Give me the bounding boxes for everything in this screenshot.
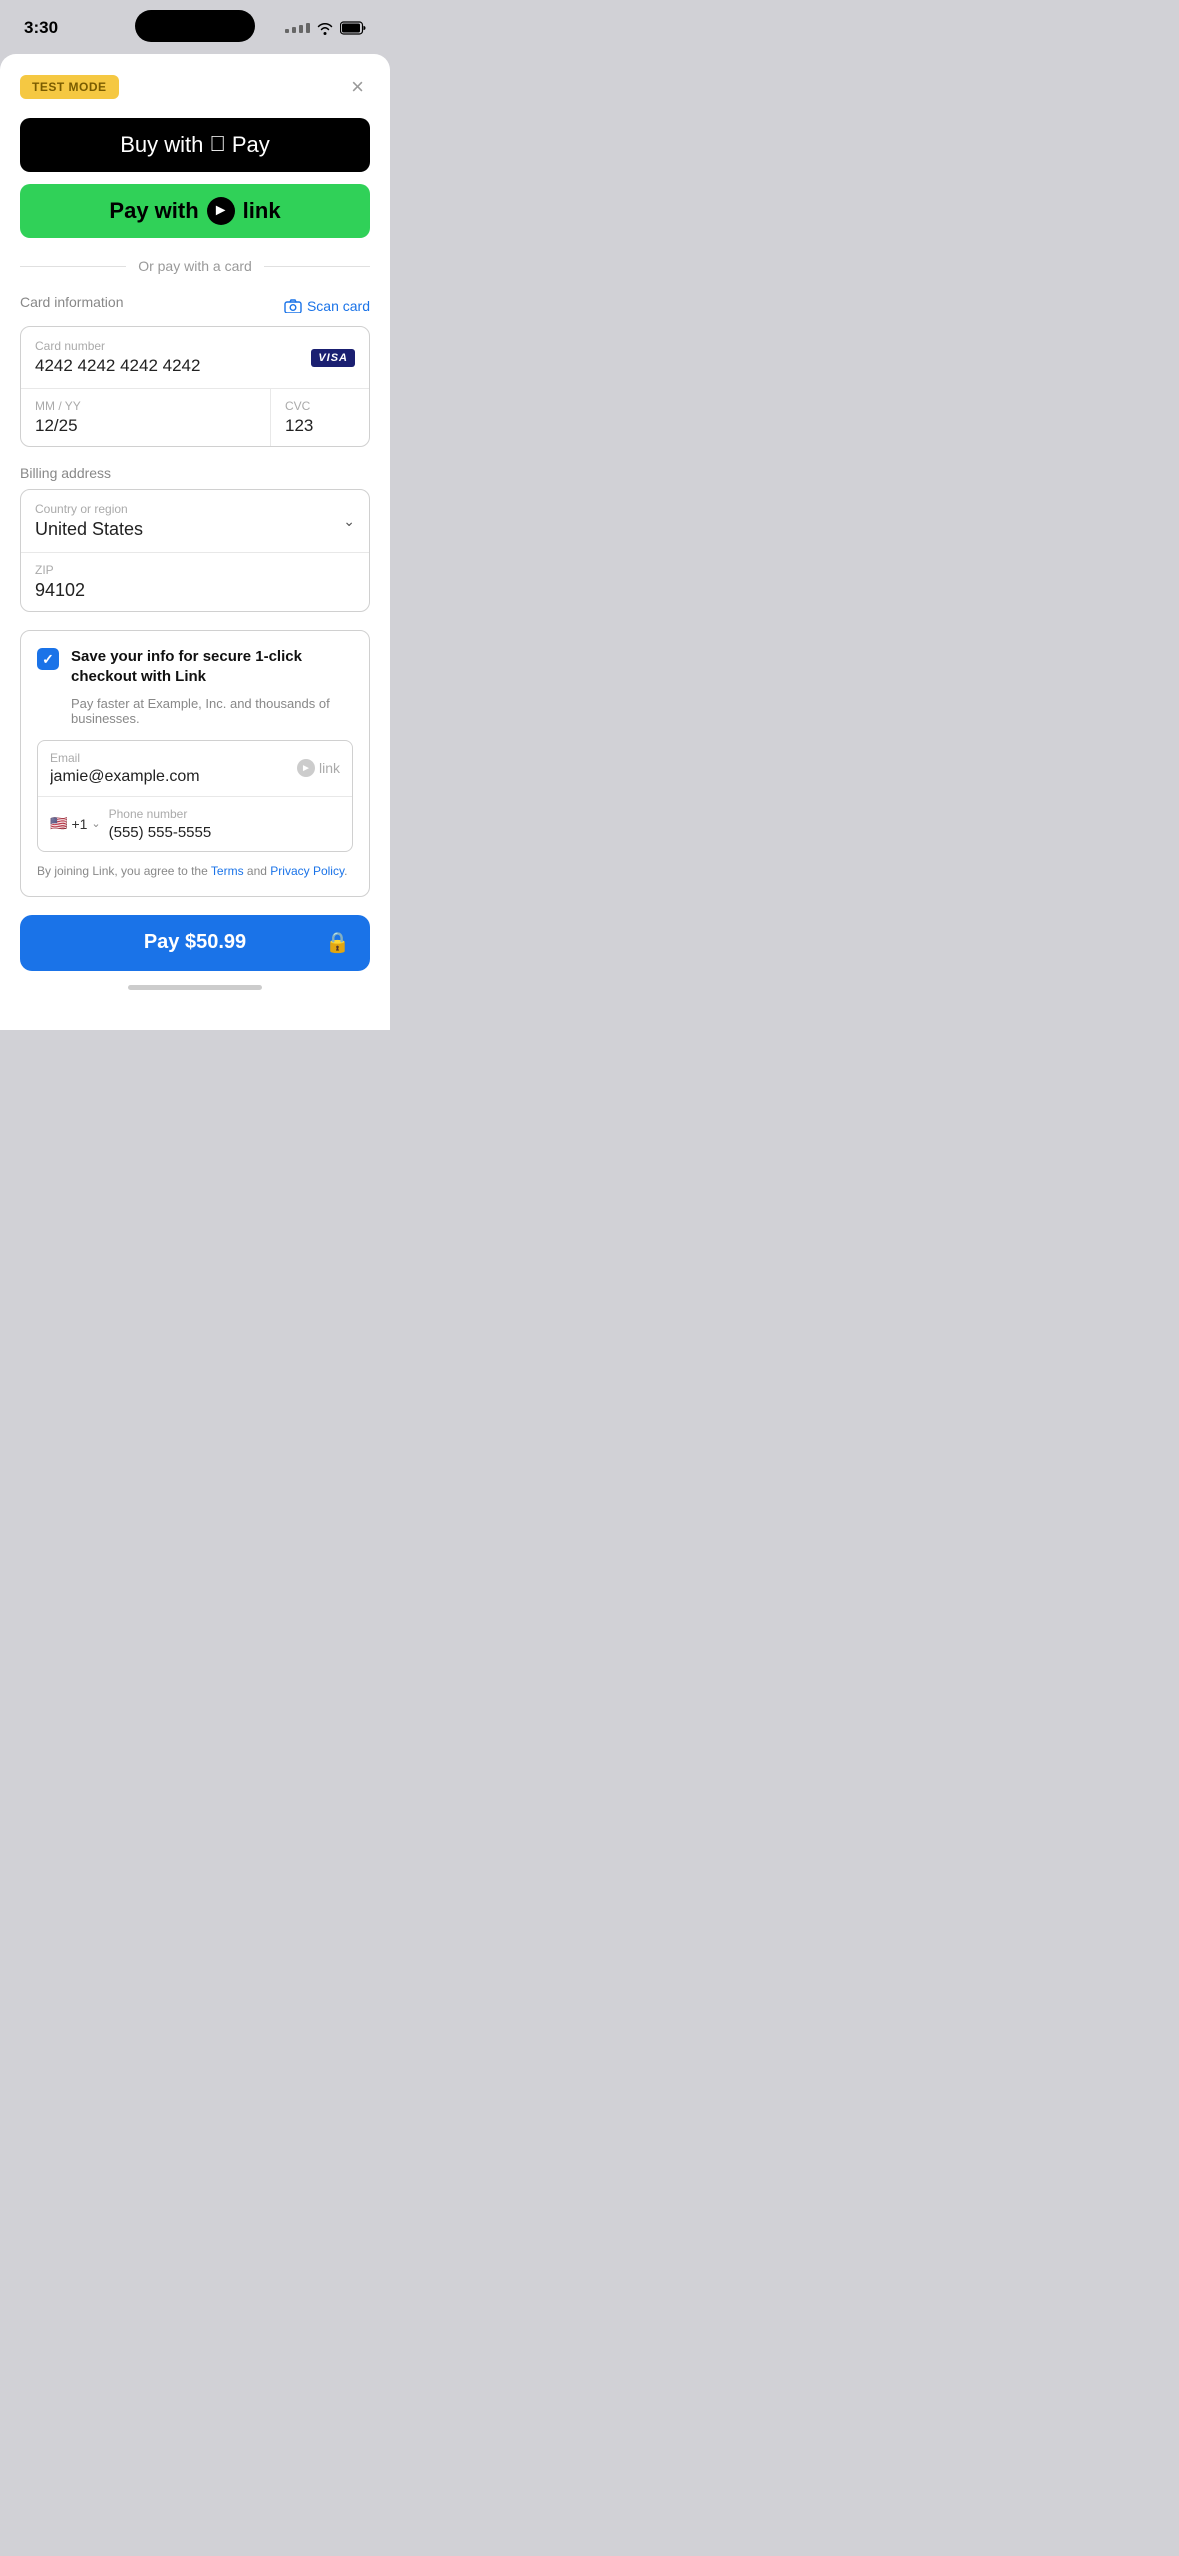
expiry-label: MM / YY [35, 399, 256, 413]
billing-address-box: Country or region United States ⌄ ZIP [20, 489, 370, 612]
chevron-down-icon: ⌄ [343, 513, 355, 530]
battery-icon [340, 21, 366, 35]
save-info-header: ✓ Save your info for secure 1-click chec… [37, 647, 353, 688]
card-number-row: Card number VISA [21, 327, 369, 389]
scan-card-label: Scan card [307, 298, 370, 314]
divider: Or pay with a card [20, 258, 370, 274]
card-number-label: Card number [35, 339, 256, 353]
card-info-box: Card number VISA MM / YY CVC 1 [20, 326, 370, 447]
card-expiry-field[interactable]: MM / YY [21, 389, 271, 446]
card-number-input[interactable] [35, 356, 256, 376]
pay-button[interactable]: Pay $50.99 🔒 [20, 915, 370, 971]
status-time: 3:30 [24, 18, 58, 38]
cvc-input[interactable] [285, 416, 370, 436]
link-pay-prefix: Pay with [109, 198, 198, 224]
terms-period: . [344, 864, 347, 878]
email-row: Email ► link [38, 741, 352, 797]
phone-country-selector[interactable]: 🇺🇸 +1 ⌄ [50, 815, 101, 832]
divider-line-left [20, 266, 126, 267]
country-row[interactable]: Country or region United States ⌄ [21, 490, 369, 553]
scan-card-button[interactable]: Scan card [284, 298, 370, 314]
link-arrow-icon: ► [207, 197, 235, 225]
signal-icon [285, 23, 310, 33]
link-badge-text: link [319, 760, 340, 776]
card-bottom-row: MM / YY CVC 135 [21, 389, 369, 446]
save-info-box: ✓ Save your info for secure 1-click chec… [20, 630, 370, 897]
country-inner: Country or region United States [35, 502, 143, 540]
cvc-label: CVC [285, 399, 370, 413]
card-info-label: Card information [20, 294, 124, 310]
save-info-checkbox[interactable]: ✓ [37, 648, 59, 670]
phone-label: Phone number [109, 807, 340, 821]
sheet-header: TEST MODE × [20, 74, 370, 100]
terms-text: By joining Link, you agree to the Terms … [37, 862, 353, 880]
home-indicator [128, 985, 262, 990]
privacy-link-text: Privacy Policy [270, 864, 344, 878]
email-phone-box: Email ► link 🇺🇸 +1 ⌄ Phone number [37, 740, 353, 852]
pay-with-link-button[interactable]: Pay with ► link [20, 184, 370, 238]
zip-label: ZIP [35, 563, 355, 577]
country-code: +1 [71, 816, 87, 832]
apple-logo-icon:  [209, 133, 226, 155]
phone-row: 🇺🇸 +1 ⌄ Phone number [38, 797, 352, 851]
close-button[interactable]: × [345, 74, 370, 100]
country-label: Country or region [35, 502, 143, 516]
phone-input[interactable] [109, 824, 340, 841]
card-number-inner: Card number [35, 339, 256, 376]
payment-sheet: TEST MODE × Buy with  Pay Pay with ► li… [0, 54, 390, 1030]
visa-logo: VISA [311, 349, 355, 367]
billing-address-label: Billing address [20, 465, 370, 481]
phone-inner: Phone number [109, 807, 340, 841]
terms-prefix: By joining Link, you agree to the [37, 864, 211, 878]
link-badge: ► link [297, 759, 340, 777]
save-info-description: Pay faster at Example, Inc. and thousand… [37, 696, 353, 726]
divider-text: Or pay with a card [138, 258, 252, 274]
expiry-input[interactable] [35, 416, 256, 436]
country-value: United States [35, 519, 143, 540]
zip-input[interactable] [35, 580, 355, 601]
zip-row[interactable]: ZIP [21, 553, 369, 611]
flag-icon: 🇺🇸 [50, 815, 67, 832]
terms-link[interactable]: Terms [211, 864, 244, 878]
wifi-icon [316, 21, 334, 35]
apple-pay-prefix: Buy with [120, 132, 203, 158]
terms-and: and [244, 864, 271, 878]
camera-icon [284, 299, 302, 313]
link-pay-suffix: link [243, 198, 281, 224]
divider-line-right [264, 266, 370, 267]
save-info-title: Save your info for secure 1-click checko… [71, 647, 353, 688]
email-inner: Email [50, 751, 257, 786]
privacy-policy-link[interactable]: Privacy Policy [270, 864, 344, 878]
status-bar: 3:30 [0, 0, 390, 50]
card-cvc-field[interactable]: CVC 135 [271, 389, 370, 446]
apple-pay-button[interactable]: Buy with  Pay [20, 118, 370, 172]
phone-chevron-icon: ⌄ [91, 817, 100, 830]
card-info-header: Card information Scan card [20, 294, 370, 318]
lock-icon: 🔒 [325, 930, 350, 955]
email-input[interactable] [50, 768, 257, 786]
test-mode-badge: TEST MODE [20, 75, 119, 99]
dynamic-island [135, 10, 255, 42]
email-label: Email [50, 751, 257, 765]
link-small-icon: ► [297, 759, 315, 777]
checkmark-icon: ✓ [42, 651, 54, 668]
apple-pay-suffix: Pay [232, 132, 270, 158]
status-icons [285, 21, 366, 35]
pay-button-label: Pay $50.99 [144, 931, 246, 954]
